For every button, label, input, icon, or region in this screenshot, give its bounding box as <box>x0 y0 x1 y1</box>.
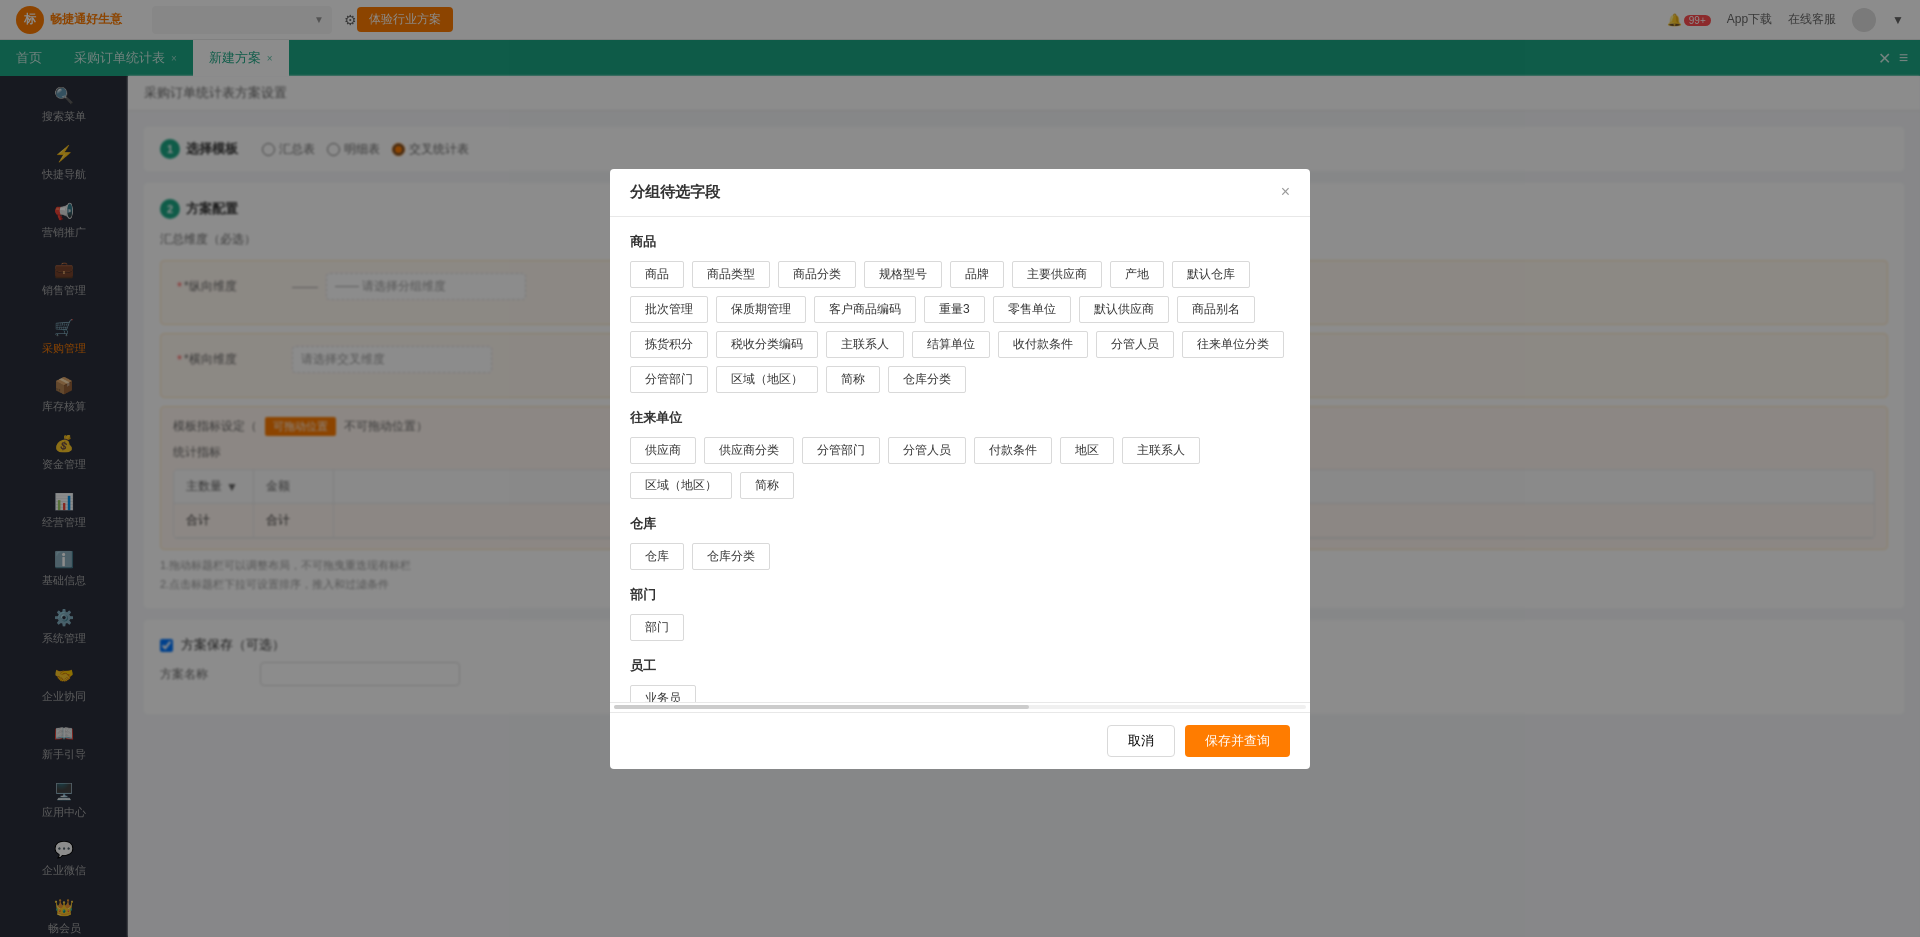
field-tag-0-4[interactable]: 品牌 <box>950 261 1004 288</box>
field-tag-1-3[interactable]: 分管人员 <box>888 437 966 464</box>
modal-header: 分组待选字段 × <box>610 169 1310 217</box>
field-group-2: 仓库仓库仓库分类 <box>630 515 1290 570</box>
field-tag-0-14[interactable]: 商品别名 <box>1177 296 1255 323</box>
modal-footer: 取消 保存并查询 <box>610 712 1310 769</box>
field-tag-0-11[interactable]: 重量3 <box>924 296 985 323</box>
field-tag-0-16[interactable]: 税收分类编码 <box>716 331 818 358</box>
field-tags-0: 商品商品类型商品分类规格型号品牌主要供应商产地默认仓库批次管理保质期管理客户商品… <box>630 261 1290 393</box>
field-tags-2: 仓库仓库分类 <box>630 543 1290 570</box>
field-tag-0-15[interactable]: 拣货积分 <box>630 331 708 358</box>
field-tag-1-0[interactable]: 供应商 <box>630 437 696 464</box>
field-tag-0-18[interactable]: 结算单位 <box>912 331 990 358</box>
field-tag-4-0[interactable]: 业务员 <box>630 685 696 703</box>
modal-close-button[interactable]: × <box>1281 183 1290 201</box>
field-tag-1-6[interactable]: 主联系人 <box>1122 437 1200 464</box>
field-group-title-4: 员工 <box>630 657 1290 675</box>
field-tag-0-9[interactable]: 保质期管理 <box>716 296 806 323</box>
field-tag-0-5[interactable]: 主要供应商 <box>1012 261 1102 288</box>
field-tag-0-10[interactable]: 客户商品编码 <box>814 296 916 323</box>
hscroll-thumb[interactable] <box>614 705 1029 709</box>
hscroll-track <box>614 705 1306 709</box>
field-group-title-1: 往来单位 <box>630 409 1290 427</box>
field-group-4: 员工业务员 <box>630 657 1290 703</box>
field-tag-0-23[interactable]: 区域（地区） <box>716 366 818 393</box>
field-tag-0-13[interactable]: 默认供应商 <box>1079 296 1169 323</box>
field-tags-1: 供应商供应商分类分管部门分管人员付款条件地区主联系人区域（地区） 简称 <box>630 437 1290 499</box>
field-tags-3: 部门 <box>630 614 1290 641</box>
field-group-title-2: 仓库 <box>630 515 1290 533</box>
field-tag-0-6[interactable]: 产地 <box>1110 261 1164 288</box>
field-group-0: 商品商品商品类型商品分类规格型号品牌主要供应商产地默认仓库批次管理保质期管理客户… <box>630 233 1290 393</box>
field-tag-0-24[interactable]: 简称 <box>826 366 880 393</box>
field-tag-1-7[interactable]: 区域（地区） <box>630 472 732 499</box>
field-tag-3-0[interactable]: 部门 <box>630 614 684 641</box>
field-tag-0-3[interactable]: 规格型号 <box>864 261 942 288</box>
field-tag-0-1[interactable]: 商品类型 <box>692 261 770 288</box>
modal-title: 分组待选字段 <box>630 183 720 202</box>
field-tag-1-2[interactable]: 分管部门 <box>802 437 880 464</box>
field-tags-4: 业务员 <box>630 685 1290 703</box>
field-tag-0-20[interactable]: 分管人员 <box>1096 331 1174 358</box>
field-tag-0-12[interactable]: 零售单位 <box>993 296 1071 323</box>
field-tag-0-0[interactable]: 商品 <box>630 261 684 288</box>
field-tag-0-19[interactable]: 收付款条件 <box>998 331 1088 358</box>
modal-body: 商品商品商品类型商品分类规格型号品牌主要供应商产地默认仓库批次管理保质期管理客户… <box>610 217 1310 703</box>
field-tag-2-1[interactable]: 仓库分类 <box>692 543 770 570</box>
modal: 分组待选字段 × 商品商品商品类型商品分类规格型号品牌主要供应商产地默认仓库批次… <box>610 169 1310 769</box>
field-tag-0-8[interactable]: 批次管理 <box>630 296 708 323</box>
modal-overlay: 分组待选字段 × 商品商品商品类型商品分类规格型号品牌主要供应商产地默认仓库批次… <box>0 0 1920 937</box>
field-tag-1-8[interactable]: 简称 <box>740 472 794 499</box>
field-tag-1-5[interactable]: 地区 <box>1060 437 1114 464</box>
field-tag-1-4[interactable]: 付款条件 <box>974 437 1052 464</box>
field-tag-0-17[interactable]: 主联系人 <box>826 331 904 358</box>
field-tag-0-2[interactable]: 商品分类 <box>778 261 856 288</box>
modal-cancel-button[interactable]: 取消 <box>1107 725 1175 757</box>
field-group-1: 往来单位供应商供应商分类分管部门分管人员付款条件地区主联系人区域（地区） 简称 <box>630 409 1290 499</box>
field-group-3: 部门部门 <box>630 586 1290 641</box>
field-tag-2-0[interactable]: 仓库 <box>630 543 684 570</box>
field-tag-0-22[interactable]: 分管部门 <box>630 366 708 393</box>
field-tag-1-1[interactable]: 供应商分类 <box>704 437 794 464</box>
modal-hscroll <box>610 702 1310 711</box>
field-tag-0-25[interactable]: 仓库分类 <box>888 366 966 393</box>
field-group-title-0: 商品 <box>630 233 1290 251</box>
field-tag-0-7[interactable]: 默认仓库 <box>1172 261 1250 288</box>
modal-save-button[interactable]: 保存并查询 <box>1185 725 1290 757</box>
field-group-title-3: 部门 <box>630 586 1290 604</box>
field-tag-0-21[interactable]: 往来单位分类 <box>1182 331 1284 358</box>
